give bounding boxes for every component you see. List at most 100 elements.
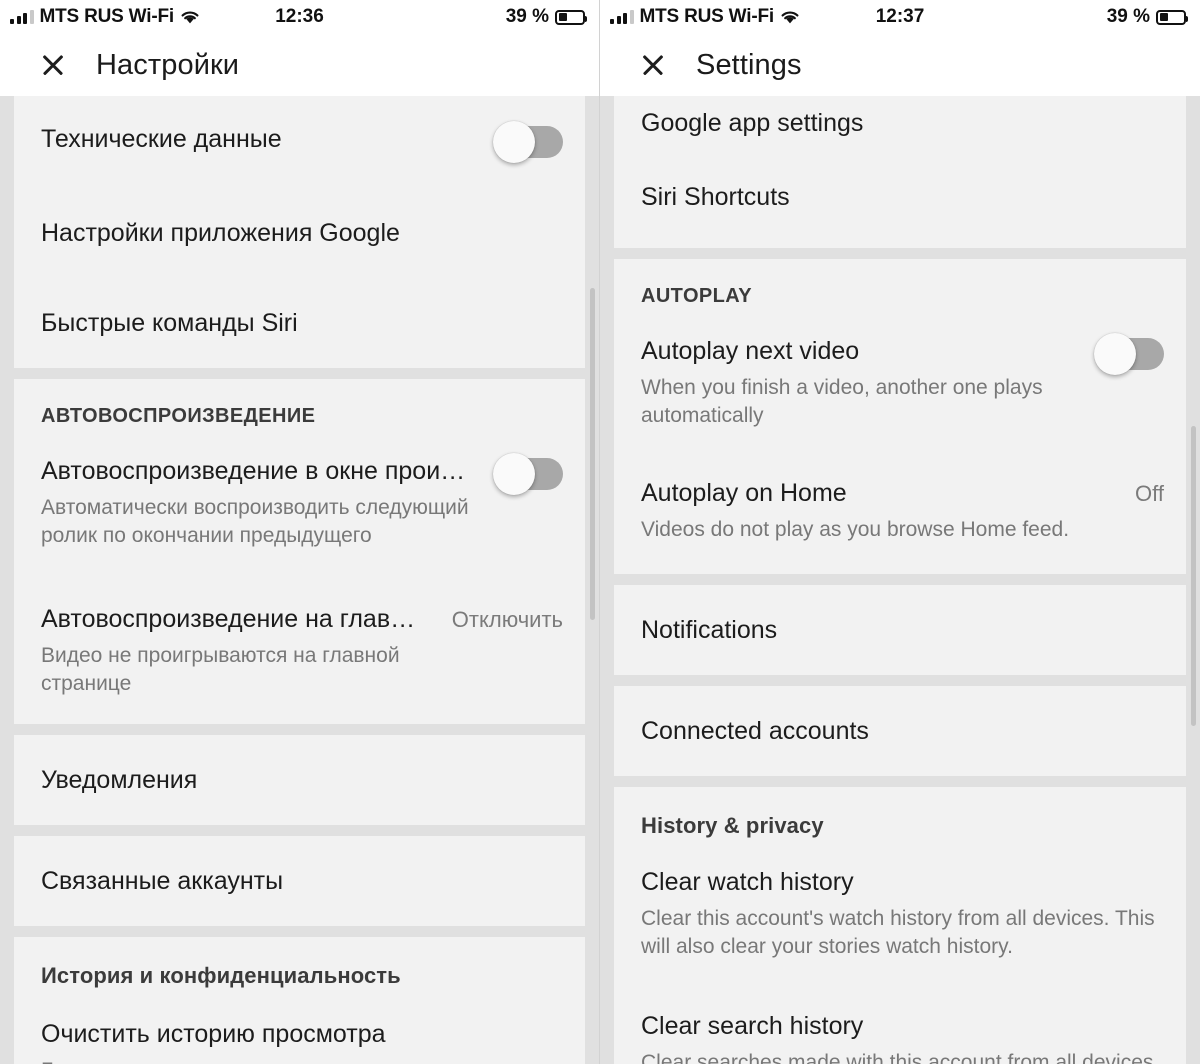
wifi-icon: [780, 10, 800, 25]
section-history-privacy: History & privacy Clear watch history Cl…: [614, 786, 1186, 1064]
status-bar: MTS RUS Wi-Fi 12:37 39 %: [600, 0, 1200, 34]
status-bar-right: 39 %: [505, 6, 587, 28]
toggle-knob: [1094, 333, 1136, 375]
settings-scroll-area[interactable]: Google app settings Siri Shortcuts AUTOP…: [600, 96, 1200, 1064]
status-bar-right: 39 %: [1106, 6, 1188, 28]
section-general: Технические данные Настройки приложения …: [14, 96, 585, 368]
list-item[interactable]: Siri Shortcuts: [614, 164, 1186, 248]
section-connected-accounts: Connected accounts: [614, 685, 1186, 776]
row-subtitle: Clear searches made with this account fr…: [641, 1050, 1160, 1064]
list-item[interactable]: Быстрые команды Siri: [14, 278, 585, 368]
section-header: AUTOPLAY: [641, 285, 753, 307]
row-subtitle: Видео не проигрываются на главной страни…: [41, 643, 400, 695]
list-item[interactable]: Технические данные: [14, 96, 585, 188]
row-title: Autoplay next video: [641, 337, 860, 365]
row-subtitle: Будут удалены записи о видео, в том числ…: [41, 1057, 563, 1064]
list-item[interactable]: Clear search history Clear searches made…: [614, 985, 1186, 1064]
status-bar: MTS RUS Wi-Fi 12:36 39 %: [0, 0, 599, 34]
row-main: Технические данные: [41, 124, 483, 154]
battery-percent-label: 39 %: [1106, 6, 1150, 27]
row-main: Clear watch history Clear this account's…: [641, 867, 1164, 961]
section-connected-accounts: Связанные аккаунты: [14, 835, 585, 926]
row-main: Autoplay next video When you finish a vi…: [641, 336, 1084, 430]
section-notifications: Уведомления: [14, 734, 585, 825]
list-item[interactable]: Автовоспроизведение на глав… Видео не пр…: [14, 576, 585, 724]
dual-screenshot-comparison: MTS RUS Wi-Fi 12:36 39 % Настройки Техни…: [0, 0, 1200, 1064]
section-autoplay: АВТОВОСПРОИЗВЕДЕНИЕ Автовоспроизведение …: [14, 379, 585, 724]
row-subtitle: When you finish a video, another one pla…: [641, 376, 1043, 427]
screen-russian-settings: MTS RUS Wi-Fi 12:36 39 % Настройки Техни…: [0, 0, 600, 1064]
status-bar-left: MTS RUS Wi-Fi: [10, 6, 200, 28]
list-item[interactable]: Autoplay on Home Videos do not play as y…: [614, 452, 1186, 574]
page-title: Настройки: [96, 48, 240, 81]
row-value: Off: [1135, 480, 1164, 506]
wifi-icon: [180, 10, 200, 25]
list-item[interactable]: Autoplay next video When you finish a vi…: [614, 314, 1186, 452]
close-icon[interactable]: [640, 52, 666, 78]
row-main: Уведомления: [41, 765, 563, 795]
row-title: Siri Shortcuts: [641, 183, 790, 211]
section-autoplay: AUTOPLAY Autoplay next video When you fi…: [614, 259, 1186, 574]
section-history-privacy: История и конфиденциальность Очистить ис…: [14, 936, 585, 1064]
row-title: Clear watch history: [641, 867, 854, 896]
row-main: Siri Shortcuts: [641, 182, 1164, 212]
toggle-knob: [493, 453, 535, 495]
row-main: Connected accounts: [641, 716, 1164, 746]
close-icon[interactable]: [40, 52, 66, 78]
row-value: Отключить: [451, 606, 563, 632]
section-header: History & privacy: [641, 812, 824, 838]
row-subtitle: Clear this account's watch history from …: [641, 906, 1155, 958]
signal-bars-icon: [610, 10, 634, 24]
row-title: Настройки приложения Google: [41, 219, 400, 247]
section-general: Google app settings Siri Shortcuts: [614, 96, 1186, 248]
section-header: АВТОВОСПРОИЗВЕДЕНИЕ: [41, 405, 316, 427]
list-item[interactable]: Connected accounts: [614, 686, 1186, 776]
settings-scroll-area[interactable]: Технические данные Настройки приложения …: [0, 96, 599, 1064]
list-item[interactable]: Автовоспроизведение в окне прои… Автомат…: [14, 434, 585, 576]
row-main: Настройки приложения Google: [41, 218, 563, 248]
row-title: Notifications: [641, 615, 778, 644]
toggle-switch[interactable]: [493, 453, 563, 495]
list-item[interactable]: Настройки приложения Google: [14, 188, 585, 278]
list-item[interactable]: Очистить историю просмотра Будут удалены…: [14, 995, 585, 1064]
row-subtitle: Автоматически воспроизводить следующий р…: [41, 496, 469, 547]
row-title: Технические данные: [41, 125, 282, 153]
row-main: Быстрые команды Siri: [41, 308, 563, 338]
row-title: Google app settings: [641, 109, 864, 137]
toggle-knob: [493, 121, 535, 163]
list-item[interactable]: Уведомления: [14, 735, 585, 825]
nav-bar: Settings: [600, 34, 1200, 96]
battery-percent-label: 39 %: [505, 6, 549, 27]
row-title: Connected accounts: [641, 716, 869, 745]
row-main: Google app settings: [641, 108, 1164, 138]
battery-icon: [1156, 9, 1188, 25]
list-item[interactable]: Связанные аккаунты: [14, 836, 585, 926]
row-main: Autoplay on Home Videos do not play as y…: [641, 478, 1119, 544]
list-item[interactable]: Clear watch history Clear this account's…: [614, 845, 1186, 985]
row-main: Очистить историю просмотра Будут удалены…: [41, 1019, 563, 1064]
row-title: Связанные аккаунты: [41, 866, 284, 895]
row-title: Уведомления: [41, 765, 198, 794]
toggle-switch[interactable]: [1094, 333, 1164, 375]
vertical-scrollbar[interactable]: [590, 288, 595, 620]
section-header: История и конфиденциальность: [41, 962, 401, 988]
nav-bar: Настройки: [0, 34, 599, 96]
row-title: Автовоспроизведение в окне прои…: [41, 457, 466, 485]
row-main: Clear search history Clear searches made…: [641, 1011, 1164, 1064]
row-title: Очистить историю просмотра: [41, 1019, 386, 1048]
section-notifications: Notifications: [614, 584, 1186, 675]
row-main: Notifications: [641, 615, 1164, 645]
list-item[interactable]: Notifications: [614, 585, 1186, 675]
carrier-label: MTS RUS Wi-Fi: [39, 6, 175, 27]
row-title: Автовоспроизведение на глав…: [41, 604, 416, 633]
vertical-scrollbar[interactable]: [1191, 426, 1196, 726]
row-title: Autoplay on Home: [641, 478, 847, 507]
toggle-switch[interactable]: [493, 121, 563, 163]
list-item[interactable]: Google app settings: [614, 96, 1186, 164]
carrier-label: MTS RUS Wi-Fi: [639, 6, 775, 27]
row-title: Clear search history: [641, 1011, 864, 1040]
page-title: Settings: [696, 48, 802, 81]
row-title: Быстрые команды Siri: [41, 309, 298, 337]
battery-icon: [555, 9, 587, 25]
signal-bars-icon: [10, 10, 34, 24]
